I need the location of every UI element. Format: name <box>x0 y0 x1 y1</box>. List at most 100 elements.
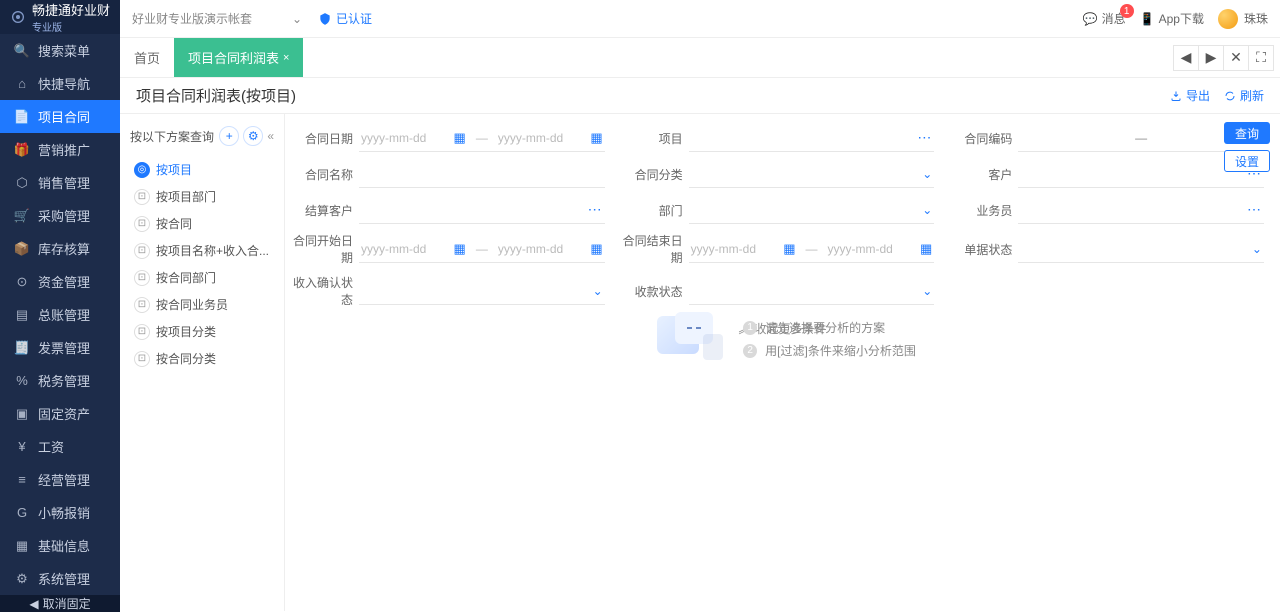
sidebar-item-8[interactable]: ▤总账管理 <box>0 298 120 331</box>
query-button[interactable]: 查询 <box>1224 122 1270 144</box>
filter-label: 结算客户 <box>291 202 353 219</box>
filter-input-doc-status[interactable]: ⌄ <box>1018 235 1264 263</box>
sidebar-item-10[interactable]: %税务管理 <box>0 364 120 397</box>
chevron-down-icon: ⌄ <box>593 284 603 298</box>
sidebar-item-15[interactable]: ▦基础信息 <box>0 529 120 562</box>
filter-contract-cat: 合同分类⌄ <box>621 160 935 188</box>
filter-label: 合同结束日期 <box>621 232 683 266</box>
filter-label: 客户 <box>950 166 1012 183</box>
asset-icon: ▣ <box>14 406 30 422</box>
main: 好业财专业版演示帐套 ⌄ 已认证 💬 消息 1 📱 App下载 珠珠 首页项目合… <box>120 0 1280 611</box>
filter-input-settle-cust[interactable]: ⋯ <box>359 196 605 224</box>
more-icon: ⋯ <box>1247 201 1262 218</box>
tab-close-all[interactable]: ✕ <box>1223 45 1249 71</box>
refresh-icon <box>1224 90 1236 102</box>
filter-label: 合同名称 <box>291 166 353 183</box>
app-download-button[interactable]: 📱 App下载 <box>1140 10 1204 27</box>
tab-nav-next[interactable]: ▶ <box>1198 45 1224 71</box>
sidebar-item-9[interactable]: 🧾发票管理 <box>0 331 120 364</box>
filter-input-dept[interactable]: ⌄ <box>689 196 935 224</box>
empty-state: 1请先选择要分析的方案2用[过滤]条件来缩小分析范围 <box>285 304 1280 374</box>
filter-label: 收款状态 <box>621 283 683 300</box>
cart-icon: 🛒 <box>14 208 30 224</box>
filter-input-end-date[interactable]: yyyy-mm-dd▦—yyyy-mm-dd▦ <box>689 235 935 263</box>
user-menu[interactable]: 珠珠 <box>1218 9 1268 29</box>
tax-icon: % <box>14 373 30 389</box>
schema-icon: ⊡ <box>134 297 150 313</box>
sidebar-item-label: 固定资产 <box>38 404 90 423</box>
filter-input-contract-date[interactable]: yyyy-mm-dd▦—yyyy-mm-dd▦ <box>359 124 605 152</box>
sidebar-item-1[interactable]: ⌂快捷导航 <box>0 67 120 100</box>
sidebar-item-label: 营销推广 <box>38 140 90 159</box>
export-icon <box>1170 90 1182 102</box>
sidebar-unpin[interactable]: ◀取消固定 <box>0 595 120 612</box>
schema-collapse-button[interactable]: « <box>267 129 274 143</box>
sidebar-item-16[interactable]: ⚙系统管理 <box>0 562 120 595</box>
topbar: 好业财专业版演示帐套 ⌄ 已认证 💬 消息 1 📱 App下载 珠珠 <box>120 0 1280 38</box>
setting-button[interactable]: 设置 <box>1224 150 1270 172</box>
schema-item-label: 按合同部门 <box>156 269 216 286</box>
sidebar-item-3[interactable]: 🎁 营销推广 <box>0 133 120 166</box>
refresh-button[interactable]: 刷新 <box>1224 87 1264 104</box>
schema-item-3[interactable]: ⊡按项目名称+收入合... <box>120 237 284 264</box>
sidebar-item-2[interactable]: 📄项目合同 <box>0 100 120 133</box>
brand-name: 畅捷通好业财 <box>32 0 110 19</box>
calendar-icon: ▦ <box>590 241 602 257</box>
sidebar-item-7[interactable]: ⊙资金管理 <box>0 265 120 298</box>
tab-nav-prev[interactable]: ◀ <box>1173 45 1199 71</box>
sidebar-item-11[interactable]: ▣ 固定资产 <box>0 397 120 430</box>
gift-icon: 🎁 <box>14 142 30 158</box>
tab-0[interactable]: 首页 <box>120 38 174 77</box>
search-icon: 🔍 <box>14 43 30 59</box>
calendar-icon: ▦ <box>454 130 466 146</box>
salary-icon: ¥ <box>14 439 30 455</box>
sidebar-item-13[interactable]: ≡经营管理 <box>0 463 120 496</box>
sidebar-item-12[interactable]: ¥ 工资 <box>0 430 120 463</box>
filter-label: 部门 <box>621 202 683 219</box>
schema-add-button[interactable]: + <box>219 126 239 146</box>
schema-item-2[interactable]: ⊡按合同 <box>120 210 284 237</box>
filter-settle-cust: 结算客户 ⋯ <box>291 196 605 224</box>
schema-item-1[interactable]: ⊡按项目部门 <box>120 183 284 210</box>
avatar <box>1218 9 1238 29</box>
filter-input-income-status[interactable]: ⌄ <box>359 277 605 305</box>
export-button[interactable]: 导出 <box>1170 87 1210 104</box>
schema-item-0[interactable]: ◎按项目 <box>120 156 284 183</box>
sidebar-item-0[interactable]: 🔍搜索菜单 <box>0 34 120 67</box>
sidebar-item-5[interactable]: 🛒采购管理 <box>0 199 120 232</box>
empty-hint-0: 1请先选择要分析的方案 <box>743 316 916 339</box>
chevron-down-icon: ⌄ <box>922 167 932 181</box>
tab-1[interactable]: 项目合同利润表× <box>174 38 303 77</box>
sidebar-item-label: 资金管理 <box>38 272 90 291</box>
filter-input-contract-cat[interactable]: ⌄ <box>689 160 935 188</box>
schema-item-4[interactable]: ⊡按合同部门 <box>120 264 284 291</box>
schema-item-6[interactable]: ⊡按项目分类 <box>120 318 284 345</box>
fullscreen-button[interactable]: ⛶ <box>1248 45 1274 71</box>
org-selector[interactable]: 好业财专业版演示帐套 ⌄ <box>132 10 302 27</box>
sidebar-item-4[interactable]: ⬡销售管理 <box>0 166 120 199</box>
sidebar-item-label: 系统管理 <box>38 569 90 588</box>
calendar-icon: ▦ <box>920 241 932 257</box>
schema-panel: 按以下方案查询 + ⚙ « ◎按项目⊡按项目部门⊡按合同⊡按项目名称+收入合..… <box>120 114 285 611</box>
schema-item-7[interactable]: ⊡按合同分类 <box>120 345 284 372</box>
sidebar-item-14[interactable]: G小畅报销 <box>0 496 120 529</box>
sidebar-item-label: 销售管理 <box>38 173 90 192</box>
filter-input-contract-name[interactable] <box>359 160 605 188</box>
filter-input-start-date[interactable]: yyyy-mm-dd▦—yyyy-mm-dd▦ <box>359 235 605 263</box>
tab-close-icon[interactable]: × <box>283 52 289 64</box>
filter-input-sales[interactable]: ⋯ <box>1018 196 1264 224</box>
filter-input-pay-status[interactable]: ⌄ <box>689 277 935 305</box>
schema-settings-button[interactable]: ⚙ <box>243 126 263 146</box>
messages-button[interactable]: 💬 消息 1 <box>1083 10 1126 27</box>
sidebar-item-label: 快捷导航 <box>38 74 90 93</box>
filter-input-project[interactable]: ⋯ <box>689 124 935 152</box>
calendar-icon: ▦ <box>590 130 602 146</box>
chevron-down-icon: ⌄ <box>922 284 932 298</box>
schema-item-5[interactable]: ⊡按合同业务员 <box>120 291 284 318</box>
schema-icon: ⊡ <box>134 243 150 259</box>
sidebar-item-6[interactable]: 📦库存核算 <box>0 232 120 265</box>
invoice-icon: 🧾 <box>14 340 30 356</box>
ledger-icon: ▤ <box>14 307 30 323</box>
sidebar-item-label: 工资 <box>38 437 64 456</box>
filter-doc-status: 单据状态⌄ <box>950 235 1264 263</box>
